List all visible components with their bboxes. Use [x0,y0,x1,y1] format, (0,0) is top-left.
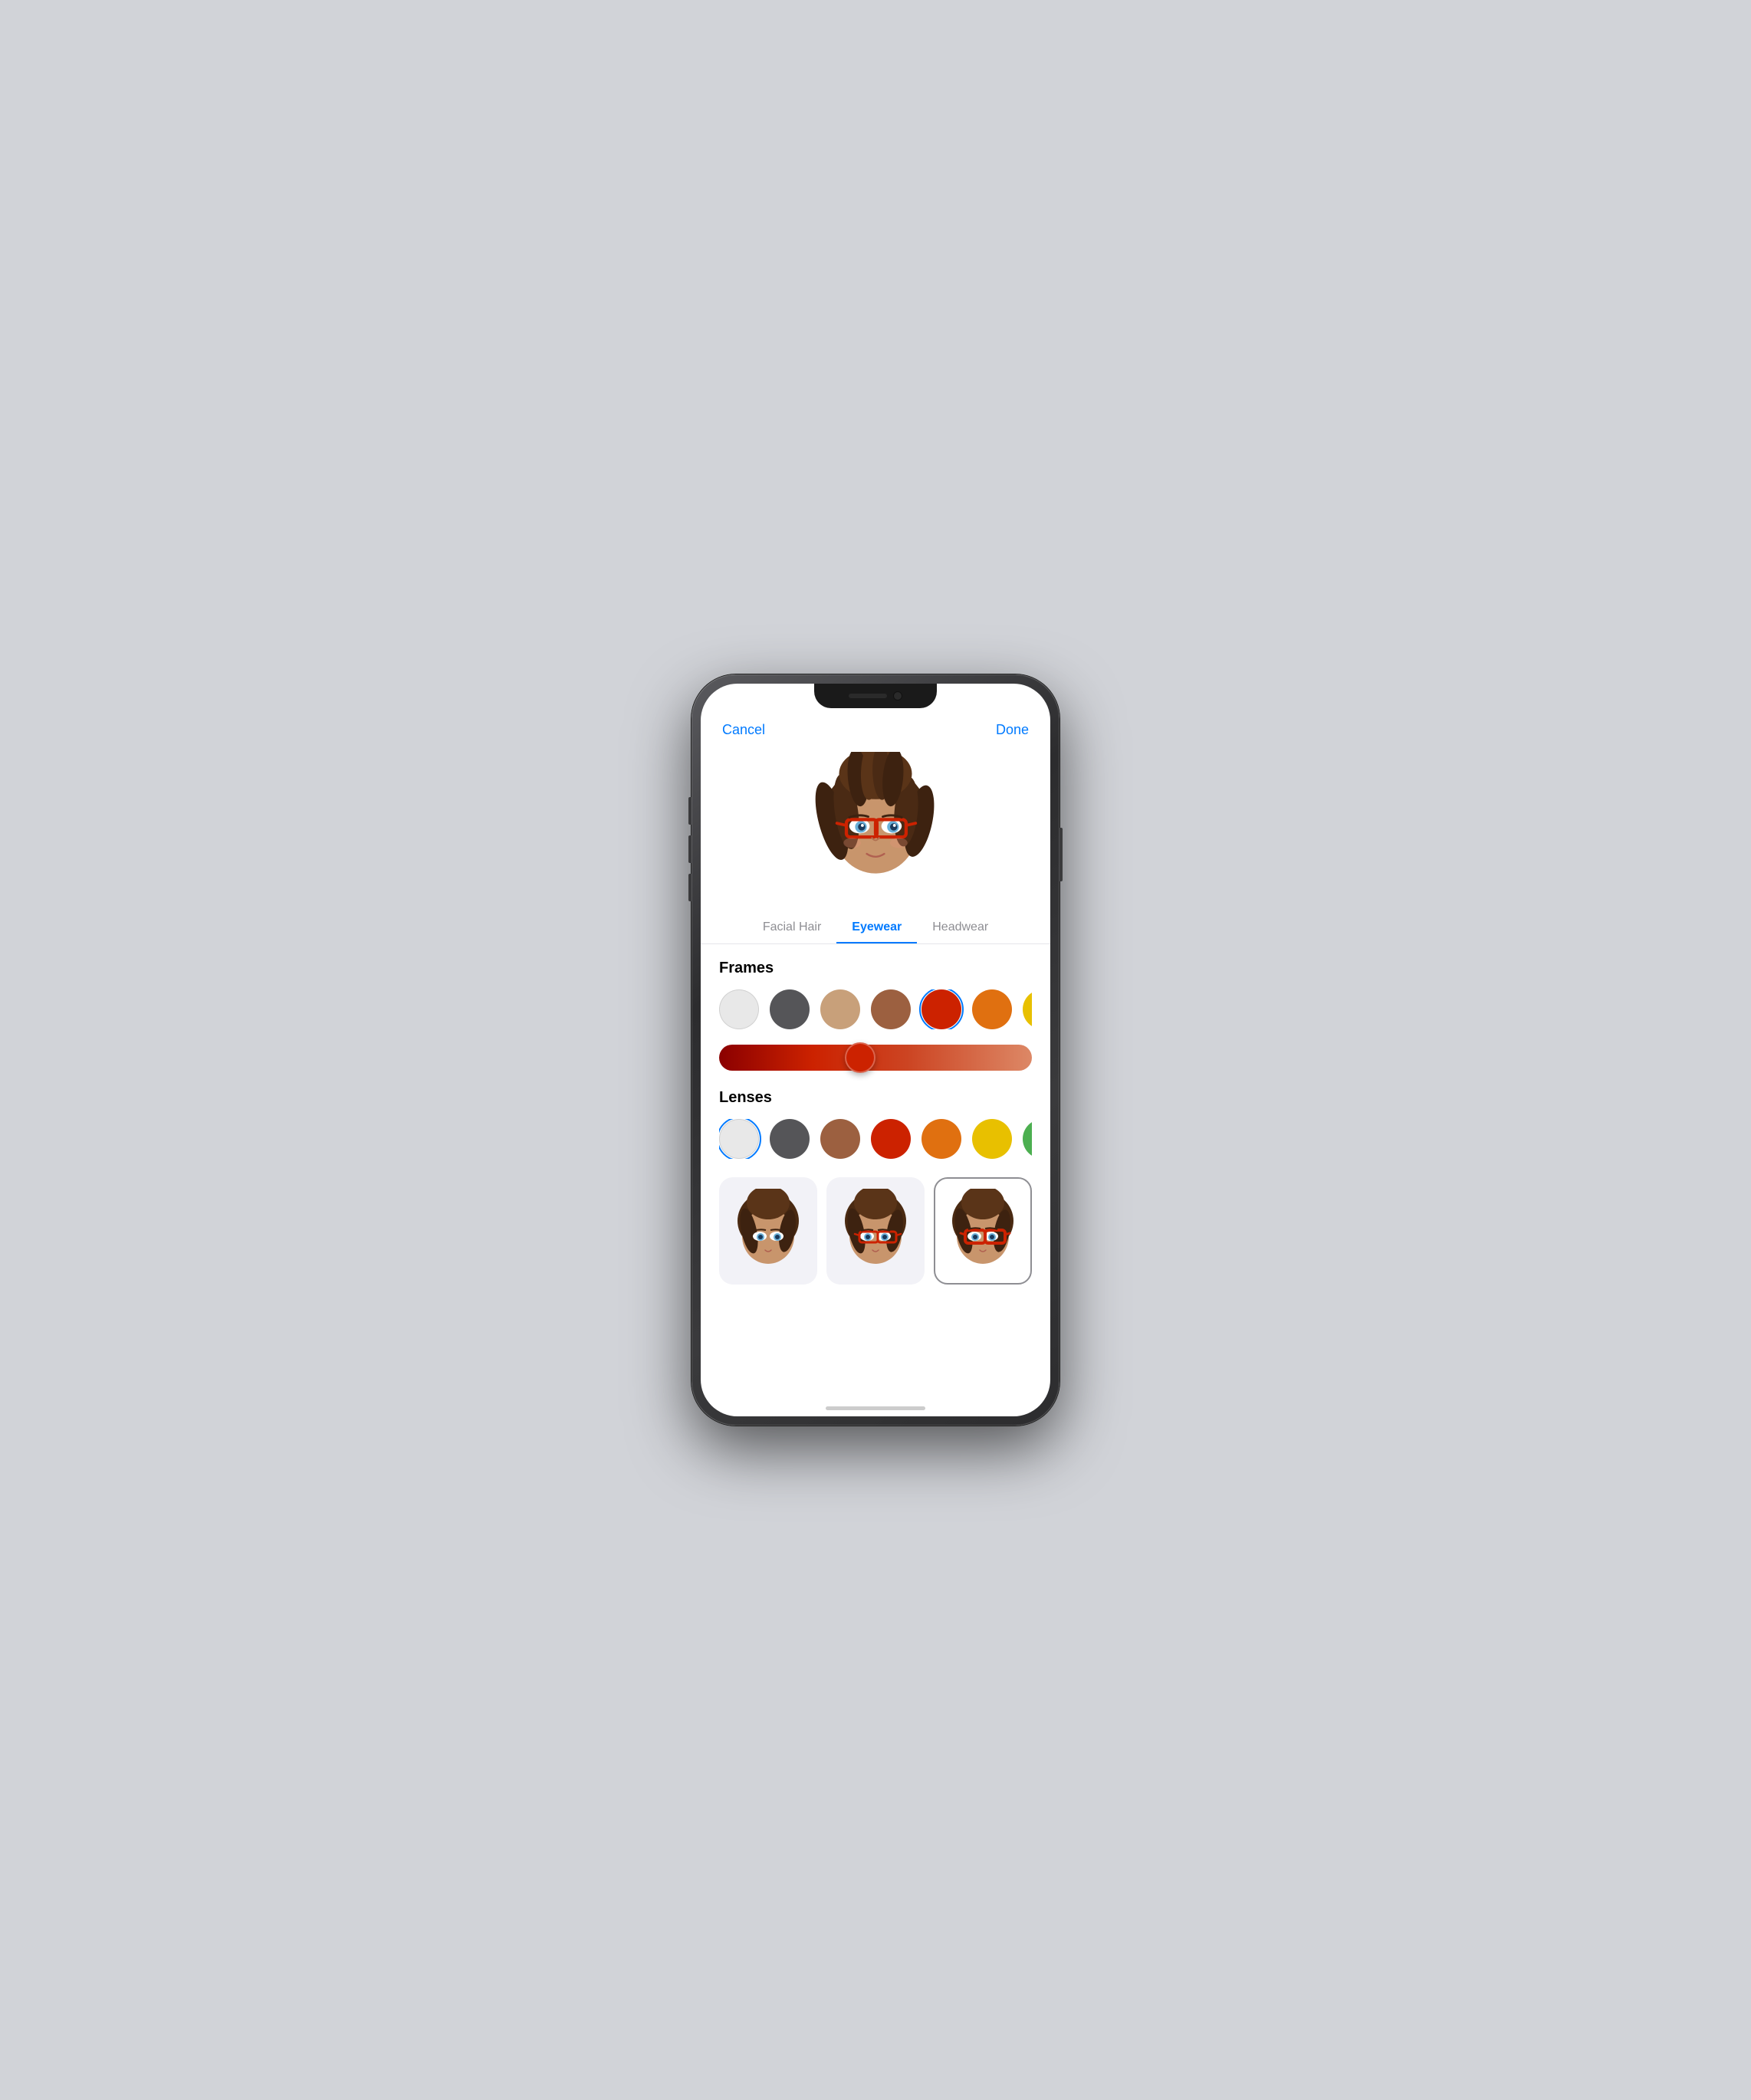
tab-headwear[interactable]: Headwear [917,913,1004,943]
frame-color-tan[interactable] [820,989,860,1029]
lenses-title: Lenses [719,1089,1032,1107]
header: Cancel Done [701,713,1050,744]
frame-preview-svg-1 [833,1189,918,1273]
frame-style-2[interactable] [934,1177,1032,1285]
frame-style-previews [719,1177,1032,1285]
tab-eyewear[interactable]: Eyewear [836,913,917,943]
frame-style-none[interactable] [719,1177,817,1285]
done-button[interactable]: Done [996,722,1029,738]
frame-color-dark-gray[interactable] [770,989,810,1029]
tab-facial-hair[interactable]: Facial Hair [747,913,836,943]
cancel-button[interactable]: Cancel [722,722,765,738]
lenses-section: Lenses [719,1089,1032,1159]
memoji-svg [803,752,948,897]
frames-section: Frames [719,960,1032,1071]
frame-preview-svg-none [726,1189,810,1273]
frame-color-orange[interactable] [972,989,1012,1029]
lens-color-red[interactable] [871,1119,911,1159]
scroll-content: Frames [701,944,1050,1393]
frames-color-swatches [719,989,1032,1029]
screen-content: Cancel Done [701,684,1050,1416]
camera [893,691,902,701]
frame-color-yellow[interactable] [1023,989,1032,1029]
frames-title: Frames [719,960,1032,977]
notch [814,684,937,708]
lenses-color-swatches [719,1119,1032,1159]
frame-color-brown[interactable] [871,989,911,1029]
home-indicator [701,1393,1050,1416]
frame-preview-svg-2 [941,1189,1025,1273]
phone-screen: Cancel Done [701,684,1050,1416]
memoji-avatar [803,752,948,897]
tab-bar: Facial Hair Eyewear Headwear [701,913,1050,944]
slider-thumb[interactable] [845,1042,876,1073]
frame-style-1[interactable] [826,1177,925,1285]
lens-color-brown[interactable] [820,1119,860,1159]
avatar-area [701,744,1050,913]
lens-color-green[interactable] [1023,1119,1032,1159]
slider-track [719,1045,1032,1071]
lens-color-orange[interactable] [921,1119,961,1159]
frame-color-red[interactable] [921,989,961,1029]
lens-color-white[interactable] [719,1119,759,1159]
speaker [849,694,887,698]
lens-color-yellow[interactable] [972,1119,1012,1159]
home-bar [826,1406,925,1410]
frames-slider[interactable] [719,1045,1032,1071]
frame-color-white[interactable] [719,989,759,1029]
lens-color-dark-gray[interactable] [770,1119,810,1159]
phone-device: Cancel Done [692,674,1059,1426]
